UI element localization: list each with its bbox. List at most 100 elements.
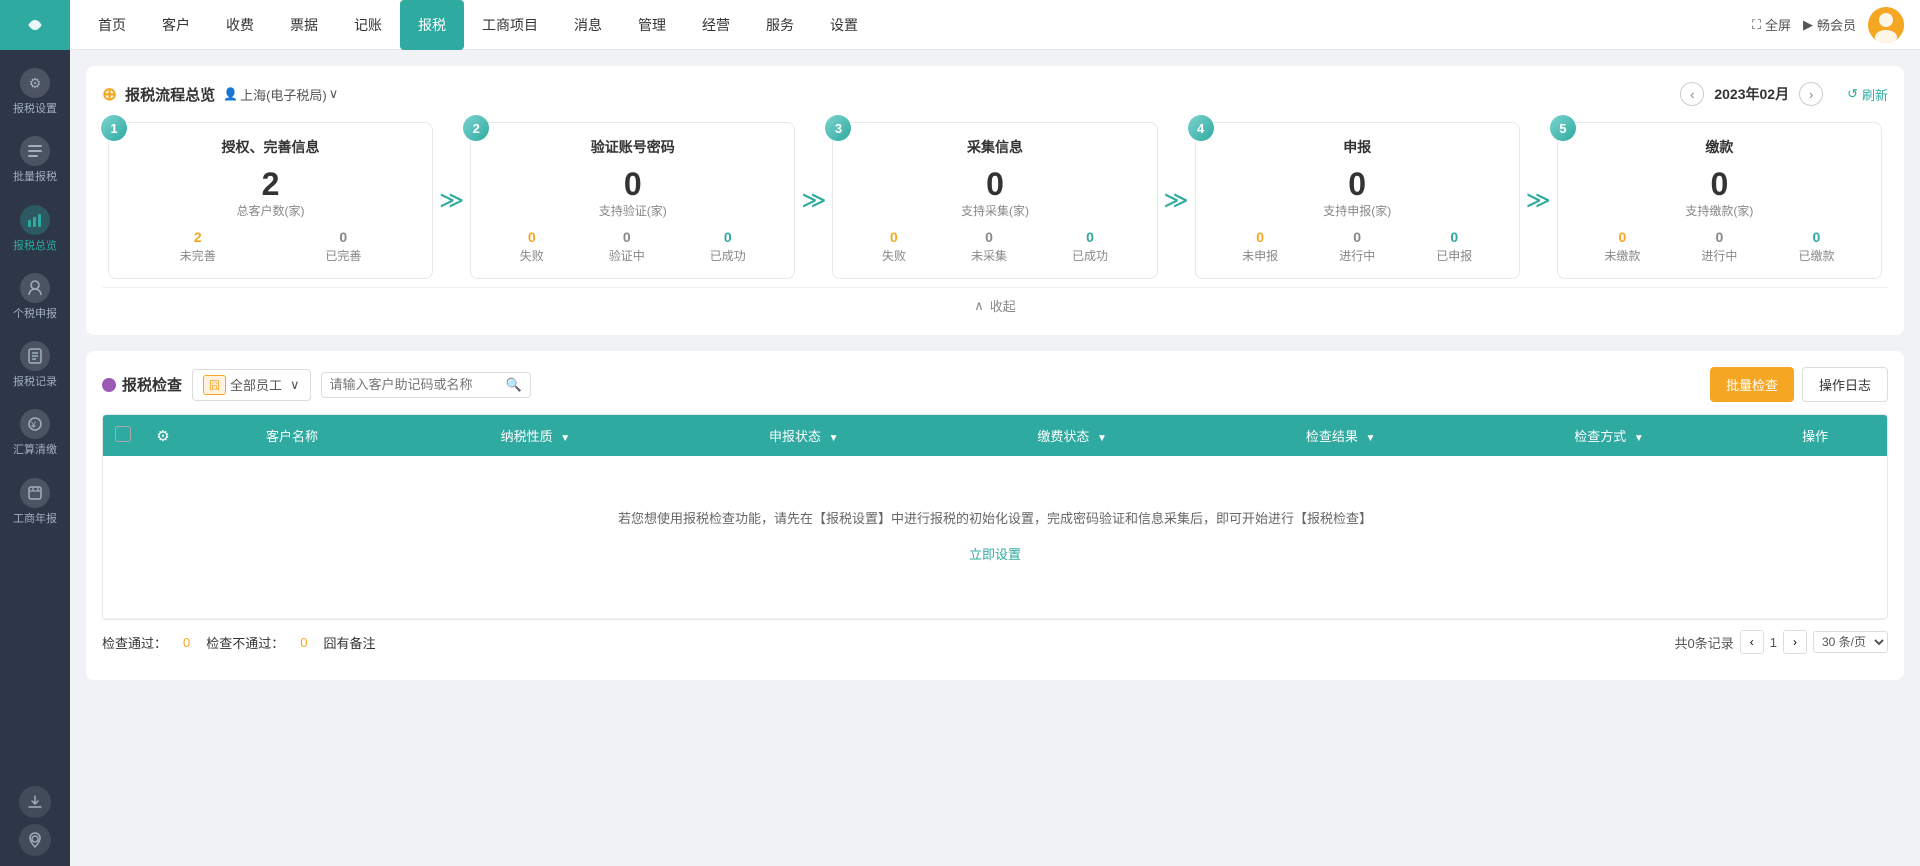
col-declare-status: 申报状态 ▼ [670,415,938,456]
stat-label-vok: 已成功 [710,247,746,264]
collapse-icon: ∧ [974,298,984,314]
next-page-button[interactable]: › [1783,630,1807,654]
step-count-3: 0 [849,167,1140,202]
next-month-button[interactable]: › [1799,82,1823,106]
sidebar-item-tax-records[interactable]: 报税记录 [0,331,70,399]
setup-link[interactable]: 立即设置 [969,547,1021,562]
stat-label-pi: 进行中 [1701,247,1737,264]
search-icon[interactable]: 🔍 [506,377,522,393]
app-logo[interactable] [0,0,70,50]
vip-button[interactable]: ▶ 畅会员 [1803,15,1856,34]
nav-settings[interactable]: 设置 [812,0,876,50]
step-subtitle-3: 支持采集(家) [849,202,1140,219]
fail-count[interactable]: 0 [300,635,307,650]
overview-title: 报税流程总览 [125,84,215,105]
sidebar-item-personal-tax[interactable]: 个税申报 [0,263,70,331]
select-all-checkbox[interactable] [115,426,131,442]
refresh-label: 刷新 [1862,85,1888,104]
employee-filter[interactable]: 囧 全部员工 ∨ [192,369,311,401]
pay-filter-icon[interactable]: ▼ [1097,433,1107,444]
pass-count[interactable]: 0 [183,635,190,650]
step-pay: 5 缴款 0 支持缴款(家) 0 未缴款 0 进行中 [1557,122,1882,279]
note-label: 囧有备注 [324,633,376,652]
sidebar-item-tax-settings[interactable]: ⚙ 报税设置 [0,58,70,126]
result-filter-icon[interactable]: ▼ [1365,433,1375,444]
prev-page-button[interactable]: ‹ [1740,630,1764,654]
col-pay-status: 缴费状态 ▼ [938,415,1206,456]
location-icon[interactable] [19,824,51,856]
content-area: ⊕ 报税流程总览 👤 上海(电子税局) ∨ ‹ 2023年02月 › ↺ 刷新 [70,50,1920,866]
nav-invoice[interactable]: 票据 [272,0,336,50]
step-num-1: 1 [101,115,127,141]
fail-label: 检查不通过： [206,633,284,652]
tax-type-filter-icon[interactable]: ▼ [560,433,570,444]
tax-check-card: 报税检查 囧 全部员工 ∨ 🔍 批量检查 操作日志 [86,351,1904,680]
nav-operation[interactable]: 经营 [684,0,748,50]
refresh-button[interactable]: ↺ 刷新 [1847,85,1888,104]
month-navigation: ‹ 2023年02月 › [1680,82,1823,106]
empty-message: 若您想使用报税检查功能，请先在【报税设置】中进行报税的初始化设置，完成密码验证和… [115,466,1875,608]
nav-fees[interactable]: 收费 [208,0,272,50]
stat-val-cok: 0 [1086,229,1094,245]
prev-month-button[interactable]: ‹ [1680,82,1704,106]
table-body: 若您想使用报税检查功能，请先在【报税设置】中进行报税的初始化设置，完成密码验证和… [103,456,1887,619]
tax-check-table: ⚙ 客户名称 纳税性质 ▼ 申报状态 ▼ [103,415,1887,619]
sidebar-item-annual-report[interactable]: 工商年报 [0,468,70,536]
download-icon[interactable] [19,786,51,818]
stat-val-dok: 0 [1450,229,1458,245]
step-count-1: 2 [125,167,416,202]
arrow-3-4: ≫ [1164,122,1189,279]
sidebar-label-tax-settings: 报税设置 [13,102,57,116]
collapse-button[interactable]: ∧ 收起 [102,287,1888,319]
region-label: 上海(电子税局) [240,85,327,104]
step-subtitle-5: 支持缴款(家) [1574,202,1865,219]
purple-dot-icon [102,378,116,392]
nav-home[interactable]: 首页 [80,0,144,50]
nav-management[interactable]: 管理 [620,0,684,50]
stat-label-np: 未缴款 [1604,247,1640,264]
sidebar-item-batch-tax[interactable]: 批量报税 [0,126,70,194]
stat-label-ving: 验证中 [609,247,645,264]
table-header-row: ⚙ 客户名称 纳税性质 ▼ 申报状态 ▼ [103,415,1887,456]
nav-accounting[interactable]: 记账 [336,0,400,50]
method-filter-icon[interactable]: ▼ [1634,433,1644,444]
sidebar-bottom [19,786,51,856]
filter-tag: 囧 [203,375,226,395]
nav-client[interactable]: 客户 [144,0,208,50]
nav-tax[interactable]: 报税 [400,0,464,50]
nav-service[interactable]: 服务 [748,0,812,50]
search-input[interactable] [330,377,506,392]
sidebar-item-settlement[interactable]: ¥ 汇算清缴 [0,399,70,467]
fullscreen-button[interactable]: ⛶ 全屏 [1752,15,1791,34]
table-gear-icon[interactable]: ⚙ [156,428,169,445]
sidebar-label-settlement: 汇算清缴 [13,443,57,457]
page-size-select[interactable]: 30 条/页 [1813,631,1888,653]
step-title-4: 申报 [1212,137,1503,157]
region-selector[interactable]: 👤 上海(电子税局) ∨ [223,85,338,104]
step-subtitle-4: 支持申报(家) [1212,202,1503,219]
stat-paying: 0 进行中 [1701,229,1737,264]
user-avatar[interactable] [1868,7,1904,43]
stat-label-nd: 未申报 [1242,247,1278,264]
fullscreen-icon: ⛶ [1752,17,1761,33]
declare-filter-icon[interactable]: ▼ [829,433,839,444]
stat-paid: 0 已缴款 [1798,229,1834,264]
stat-val-pk: 0 [1813,229,1821,245]
step-num-3: 3 [825,115,851,141]
stat-val-pi: 0 [1716,229,1724,245]
nav-business[interactable]: 工商项目 [464,0,556,50]
stat-label-complete: 已完善 [325,247,361,264]
pass-label: 检查通过： [102,633,167,652]
sidebar-item-tax-overview[interactable]: 报税总览 [0,195,70,263]
step-title-5: 缴款 [1574,137,1865,157]
col-declare-label: 申报状态 [769,429,821,444]
stat-val-di: 0 [1353,229,1361,245]
operation-log-button[interactable]: 操作日志 [1802,367,1888,402]
batch-check-button[interactable]: 批量检查 [1710,367,1794,402]
tax-check-header: 报税检查 囧 全部员工 ∨ 🔍 批量检查 操作日志 [102,367,1888,402]
step-count-5: 0 [1574,167,1865,202]
stat-label-incomplete: 未完善 [180,247,216,264]
nav-message[interactable]: 消息 [556,0,620,50]
fullscreen-label: 全屏 [1765,15,1791,34]
col-result-label: 检查结果 [1306,429,1358,444]
